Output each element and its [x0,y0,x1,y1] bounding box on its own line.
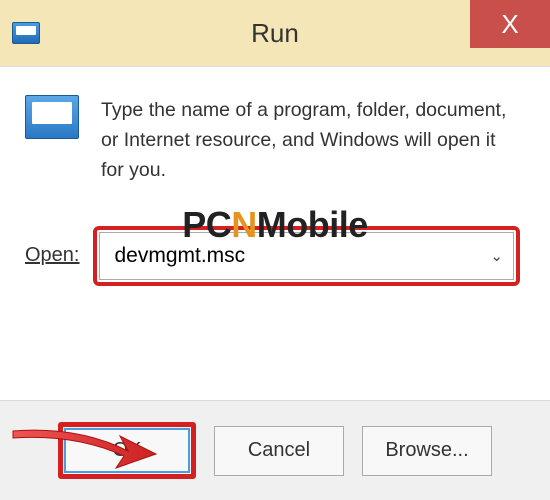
description-text: Type the name of a program, folder, docu… [101,95,520,186]
button-bar: OK Cancel Browse... [0,400,550,500]
open-input-value: devmgmt.msc [114,244,245,268]
ok-button[interactable]: OK [64,428,190,473]
dialog-body: Type the name of a program, folder, docu… [0,66,550,500]
run-dialog-icon [25,95,79,139]
titlebar: Run X [0,0,550,66]
run-program-icon [12,22,40,44]
open-row: Open: devmgmt.msc ⌄ [0,206,550,296]
description-row: Type the name of a program, folder, docu… [0,67,550,206]
open-combobox[interactable]: devmgmt.msc ⌄ [99,232,514,280]
cancel-button[interactable]: Cancel [214,426,344,476]
chevron-down-icon: ⌄ [490,247,503,265]
window-title: Run [251,18,299,49]
browse-button[interactable]: Browse... [362,426,492,476]
ok-button-highlight: OK [58,422,196,479]
open-input-highlight: devmgmt.msc ⌄ [93,226,520,286]
close-icon: X [501,9,518,40]
close-button[interactable]: X [470,0,550,48]
ok-button-label: OK [113,439,142,462]
browse-button-label: Browse... [385,439,468,462]
open-label: Open: [25,244,79,267]
run-dialog: Run X Type the name of a program, folder… [0,0,550,500]
cancel-button-label: Cancel [248,439,310,462]
